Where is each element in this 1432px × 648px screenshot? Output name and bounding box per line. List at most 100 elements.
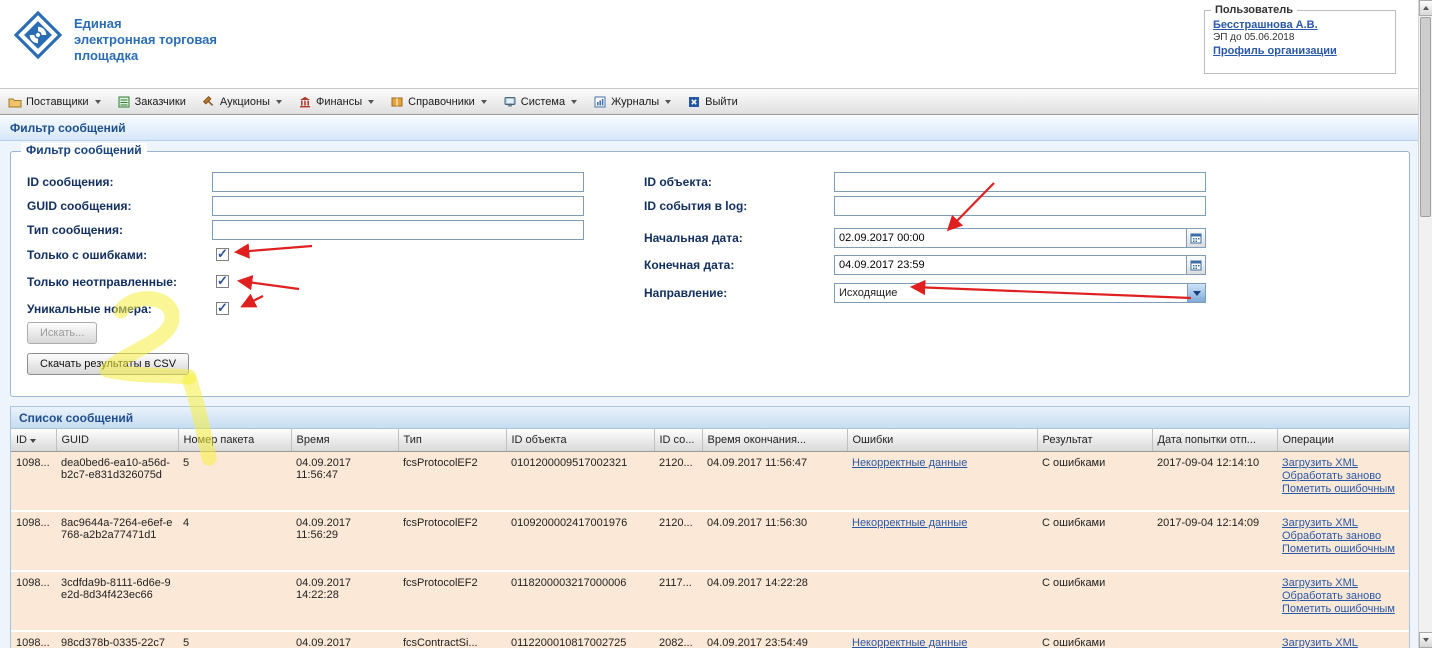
mark-error-link[interactable]: Пометить ошибочным <box>1282 603 1404 616</box>
cell-time: 04.09.2017 14:22:28 <box>291 571 398 632</box>
col-object-id[interactable]: ID объекта <box>506 429 655 452</box>
message-id-input[interactable] <box>212 172 584 192</box>
mark-error-link[interactable]: Пометить ошибочным <box>1282 543 1404 556</box>
cell-id-so: 2082... <box>654 631 702 648</box>
load-xml-link[interactable]: Загрузить XML <box>1282 517 1404 530</box>
messages-table: ID GUID Номер пакета Время Тип ID объект… <box>11 429 1409 648</box>
object-id-input[interactable] <box>834 172 1206 192</box>
menu-suppliers[interactable]: Поставщики <box>8 95 101 109</box>
log-event-id-input[interactable] <box>834 196 1206 216</box>
menu-finance[interactable]: Финансы <box>298 95 375 109</box>
cell-object-id: 0101200009517002321 <box>506 451 654 512</box>
message-guid-input[interactable] <box>212 196 584 216</box>
menu-journals[interactable]: Журналы <box>593 95 672 109</box>
cell-end-time: 04.09.2017 11:56:30 <box>702 511 847 572</box>
col-type[interactable]: Тип <box>398 429 507 452</box>
chevron-down-icon <box>275 99 282 104</box>
user-name-link[interactable]: Бесстрашнова А.В. <box>1213 19 1387 31</box>
object-id-label: ID объекта: <box>644 175 712 189</box>
load-xml-link[interactable]: Загрузить XML <box>1282 457 1404 470</box>
menu-label: Справочники <box>408 95 475 108</box>
user-panel: Пользователь Бесстрашнова А.В. ЭП до 05.… <box>1204 4 1396 74</box>
cell-errors: Некорректные данные <box>847 511 1037 572</box>
results-title: Список сообщений <box>11 407 1409 429</box>
sort-desc-icon <box>30 438 36 443</box>
load-xml-link[interactable]: Загрузить XML <box>1282 577 1404 590</box>
col-packet[interactable]: Номер пакета <box>178 429 292 452</box>
cell-attempt <box>1152 571 1277 632</box>
bank-icon <box>298 95 312 109</box>
cell-guid: 98cd378b-0335-22c7-... <box>56 631 178 648</box>
mark-error-link[interactable]: Пометить ошибочным <box>1282 483 1404 496</box>
reprocess-link[interactable]: Обработать заново <box>1282 470 1404 483</box>
scroll-down-button[interactable] <box>1419 632 1432 648</box>
org-profile-link[interactable]: Профиль организации <box>1213 45 1387 57</box>
col-guid[interactable]: GUID <box>56 429 179 452</box>
direction-select[interactable]: Исходящие <box>834 283 1206 303</box>
menu-system[interactable]: Система <box>503 95 578 109</box>
brand-line-2: электронная торговая <box>74 32 217 47</box>
cell-id: 1098... <box>11 451 56 512</box>
col-operations[interactable]: Операции <box>1277 429 1409 452</box>
cell-time: 04.09.2017 11:56:47 <box>291 451 398 512</box>
cell-guid: 8ac9644a-7264-e6ef-e768-a2b2a77471d1 <box>56 511 178 572</box>
ledger-icon <box>117 95 131 109</box>
cell-time: 04.09.2017 11:56:29 <box>291 511 398 572</box>
calendar-icon[interactable] <box>1186 228 1206 248</box>
end-date-field <box>834 255 1206 275</box>
user-cert-info: ЭП до 05.06.2018 <box>1213 32 1295 43</box>
cell-object-id: 0118200003217000006 <box>506 571 654 632</box>
error-details-link[interactable]: Некорректные данные <box>852 517 967 529</box>
reprocess-link[interactable]: Обработать заново <box>1282 590 1404 603</box>
platform-logo-icon[interactable] <box>10 7 66 63</box>
search-button[interactable]: Искать... <box>27 322 98 344</box>
col-attempt[interactable]: Дата попытки отп... <box>1152 429 1278 452</box>
col-id[interactable]: ID <box>11 429 57 452</box>
menu-logout[interactable]: Выйти <box>687 95 738 109</box>
end-date-input[interactable] <box>834 255 1186 275</box>
message-type-input[interactable] <box>212 220 584 240</box>
chevron-down-icon <box>94 99 101 104</box>
cell-operations: Загрузить XML Обработать заново Пометить… <box>1277 511 1409 572</box>
col-errors[interactable]: Ошибки <box>847 429 1038 452</box>
menu-customers[interactable]: Заказчики <box>117 95 186 109</box>
scrollbar-thumb[interactable] <box>1420 17 1431 217</box>
errors-only-checkbox[interactable] <box>216 246 229 262</box>
error-details-link[interactable]: Некорректные данные <box>852 637 967 648</box>
menu-label: Аукционы <box>219 95 270 108</box>
book-icon <box>390 95 404 109</box>
table-header-row: ID GUID Номер пакета Время Тип ID объект… <box>11 429 1409 452</box>
cell-operations: Загрузить XML Обработать заново Пометить… <box>1277 571 1409 632</box>
menu-references[interactable]: Справочники <box>390 95 487 109</box>
col-end-time[interactable]: Время окончания... <box>702 429 848 452</box>
log-event-id-label: ID события в log: <box>644 199 748 213</box>
scroll-up-button[interactable] <box>1419 0 1432 16</box>
col-result[interactable]: Результат <box>1037 429 1153 452</box>
error-details-link[interactable]: Некорректные данные <box>852 457 967 469</box>
calendar-icon[interactable] <box>1186 255 1206 275</box>
dropdown-button[interactable] <box>1187 284 1205 302</box>
brand-line-1: Единая <box>74 16 122 31</box>
unsent-only-checkbox[interactable] <box>216 273 229 289</box>
menu-auctions[interactable]: Аукционы <box>202 95 282 109</box>
monitor-icon <box>503 95 517 109</box>
cell-id-so: 2117... <box>654 571 702 632</box>
vertical-scrollbar[interactable] <box>1418 0 1432 648</box>
unique-numbers-checkbox[interactable] <box>216 300 229 316</box>
col-time[interactable]: Время <box>291 429 399 452</box>
application-window: Единая электронная торговая площадка Пол… <box>0 0 1432 648</box>
load-xml-link[interactable]: Загрузить XML <box>1282 637 1404 648</box>
direction-value: Исходящие <box>839 287 898 299</box>
chevron-down-icon <box>571 99 578 104</box>
results-panel: Список сообщений ID GUID Номер пакета Вр… <box>10 406 1410 648</box>
cell-time: 04.09.2017 23:54:49 <box>291 631 398 648</box>
reprocess-link[interactable]: Обработать заново <box>1282 530 1404 543</box>
main-menu: Поставщики Заказчики Аукционы Финансы Сп… <box>0 88 1418 115</box>
download-csv-button[interactable]: Скачать результаты в CSV <box>27 353 190 375</box>
cell-attempt: 2017-09-04 12:14:09 <box>1152 511 1277 572</box>
cell-packet: 5 <box>178 631 291 648</box>
col-id-so[interactable]: ID со... <box>654 429 703 452</box>
chevron-down-icon <box>480 99 487 104</box>
cell-errors: Некорректные данные <box>847 631 1037 648</box>
start-date-input[interactable] <box>834 228 1186 248</box>
